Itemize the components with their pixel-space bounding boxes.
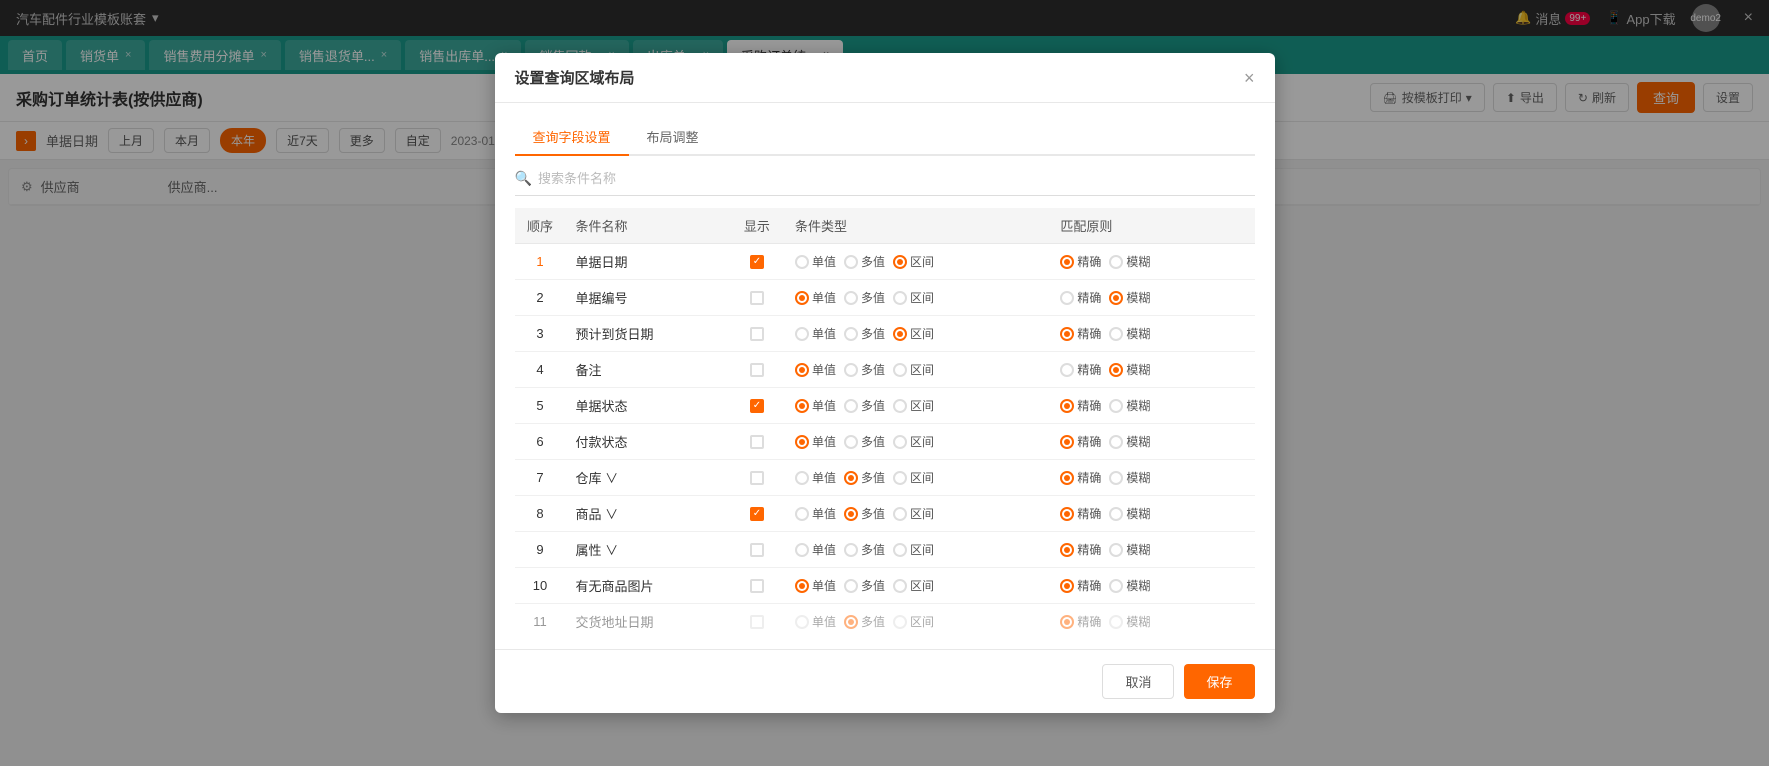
table-row: 6付款状态 单值多值区间精确模糊 xyxy=(515,424,1255,460)
cancel-button[interactable]: 取消 xyxy=(1102,664,1174,699)
row-condition-name: 商品 ∨ xyxy=(566,496,729,532)
row-condition-type: 单值多值区间 xyxy=(785,604,1050,634)
row-condition-name: 单据编号 xyxy=(566,280,729,316)
checkbox[interactable] xyxy=(750,255,764,269)
row-condition-type: 单值多值区间 xyxy=(785,280,1050,316)
checkbox[interactable] xyxy=(750,615,764,629)
row-condition-type: 单值多值区间 xyxy=(785,316,1050,352)
row-match-rule: 精确模糊 xyxy=(1050,316,1254,352)
tab-query-fields[interactable]: 查询字段设置 xyxy=(515,119,629,156)
row-condition-name: 交货地址日期 xyxy=(566,604,729,634)
modal-footer: 取消 保存 xyxy=(495,649,1275,713)
checkbox[interactable] xyxy=(750,435,764,449)
table-row: 3预计到货日期 单值多值区间精确模糊 xyxy=(515,316,1255,352)
th-condition-name: 条件名称 xyxy=(566,208,729,244)
save-button[interactable]: 保存 xyxy=(1184,664,1254,699)
row-display-checkbox[interactable] xyxy=(729,352,785,388)
tab-layout-adjust[interactable]: 布局调整 xyxy=(629,119,717,156)
table-row: 10有无商品图片 单值多值区间精确模糊 xyxy=(515,568,1255,604)
checkbox[interactable] xyxy=(750,327,764,341)
row-display-checkbox[interactable] xyxy=(729,424,785,460)
row-display-checkbox[interactable] xyxy=(729,460,785,496)
row-display-checkbox[interactable] xyxy=(729,532,785,568)
th-condition-type: 条件类型 xyxy=(785,208,1050,244)
row-match-rule: 精确模糊 xyxy=(1050,604,1254,634)
row-match-rule: 精确模糊 xyxy=(1050,280,1254,316)
checkbox[interactable] xyxy=(750,471,764,485)
row-match-rule: 精确模糊 xyxy=(1050,496,1254,532)
checkbox[interactable] xyxy=(750,291,764,305)
row-match-rule: 精确模糊 xyxy=(1050,388,1254,424)
row-order: 10 xyxy=(515,568,566,604)
row-match-rule: 精确模糊 xyxy=(1050,532,1254,568)
table-row: 5单据状态 单值多值区间精确模糊 xyxy=(515,388,1255,424)
row-condition-type: 单值多值区间 xyxy=(785,424,1050,460)
row-order: 7 xyxy=(515,460,566,496)
search-icon: 🔍 xyxy=(515,170,532,187)
row-display-checkbox[interactable] xyxy=(729,604,785,634)
row-display-checkbox[interactable] xyxy=(729,244,785,280)
table-row: 8商品 ∨ 单值多值区间精确模糊 xyxy=(515,496,1255,532)
row-condition-type: 单值多值区间 xyxy=(785,460,1050,496)
row-condition-name: 备注 xyxy=(566,352,729,388)
modal-header: 设置查询区域布局 × xyxy=(495,53,1275,103)
table-row: 4备注 单值多值区间精确模糊 xyxy=(515,352,1255,388)
row-display-checkbox[interactable] xyxy=(729,316,785,352)
row-order: 2 xyxy=(515,280,566,316)
row-condition-type: 单值多值区间 xyxy=(785,352,1050,388)
row-match-rule: 精确模糊 xyxy=(1050,424,1254,460)
checkbox[interactable] xyxy=(750,363,764,377)
row-order: 8 xyxy=(515,496,566,532)
row-condition-type: 单值多值区间 xyxy=(785,388,1050,424)
row-condition-name: 付款状态 xyxy=(566,424,729,460)
modal-close-button[interactable]: × xyxy=(1244,69,1255,87)
modal-search-area: 🔍 xyxy=(515,170,1255,196)
checkbox[interactable] xyxy=(750,579,764,593)
row-condition-type: 单值多值区间 xyxy=(785,532,1050,568)
table-row: 9属性 ∨ 单值多值区间精确模糊 xyxy=(515,532,1255,568)
table-row: 7仓库 ∨ 单值多值区间精确模糊 xyxy=(515,460,1255,496)
row-match-rule: 精确模糊 xyxy=(1050,568,1254,604)
row-condition-name: 仓库 ∨ xyxy=(566,460,729,496)
row-order: 5 xyxy=(515,388,566,424)
search-input[interactable] xyxy=(538,171,738,186)
row-order: 9 xyxy=(515,532,566,568)
modal-body: 查询字段设置 布局调整 🔍 顺序 条件名称 显示 xyxy=(495,103,1275,649)
row-condition-type: 单值多值区间 xyxy=(785,244,1050,280)
row-condition-type: 单值多值区间 xyxy=(785,496,1050,532)
checkbox[interactable] xyxy=(750,399,764,413)
table-row: 11交货地址日期 单值多值区间精确模糊 xyxy=(515,604,1255,634)
row-match-rule: 精确模糊 xyxy=(1050,460,1254,496)
row-condition-name: 有无商品图片 xyxy=(566,568,729,604)
modal-overlay[interactable]: 设置查询区域布局 × 查询字段设置 布局调整 🔍 xyxy=(0,0,1769,766)
row-order: 11 xyxy=(515,604,566,634)
row-display-checkbox[interactable] xyxy=(729,280,785,316)
row-display-checkbox[interactable] xyxy=(729,388,785,424)
modal-tabs: 查询字段设置 布局调整 xyxy=(515,119,1255,156)
table-row: 1单据日期 单值多值区间精确模糊 xyxy=(515,244,1255,280)
checkbox[interactable] xyxy=(750,507,764,521)
th-display: 显示 xyxy=(729,208,785,244)
th-match-rule: 匹配原则 xyxy=(1050,208,1254,244)
table-row: 2单据编号 单值多值区间精确模糊 xyxy=(515,280,1255,316)
row-condition-name: 预计到货日期 xyxy=(566,316,729,352)
th-order: 顺序 xyxy=(515,208,566,244)
row-display-checkbox[interactable] xyxy=(729,568,785,604)
modal-table: 顺序 条件名称 显示 条件类型 匹配原则 1单据日期单值多值区间精确模糊2单据编… xyxy=(515,208,1255,633)
row-order: 1 xyxy=(515,244,566,280)
row-order: 4 xyxy=(515,352,566,388)
row-condition-name: 属性 ∨ xyxy=(566,532,729,568)
row-match-rule: 精确模糊 xyxy=(1050,352,1254,388)
row-display-checkbox[interactable] xyxy=(729,496,785,532)
row-condition-name: 单据日期 xyxy=(566,244,729,280)
row-order: 6 xyxy=(515,424,566,460)
row-condition-type: 单值多值区间 xyxy=(785,568,1050,604)
row-match-rule: 精确模糊 xyxy=(1050,244,1254,280)
settings-modal: 设置查询区域布局 × 查询字段设置 布局调整 🔍 xyxy=(495,53,1275,713)
row-condition-name: 单据状态 xyxy=(566,388,729,424)
checkbox[interactable] xyxy=(750,543,764,557)
row-order: 3 xyxy=(515,316,566,352)
modal-title: 设置查询区域布局 xyxy=(515,67,635,88)
